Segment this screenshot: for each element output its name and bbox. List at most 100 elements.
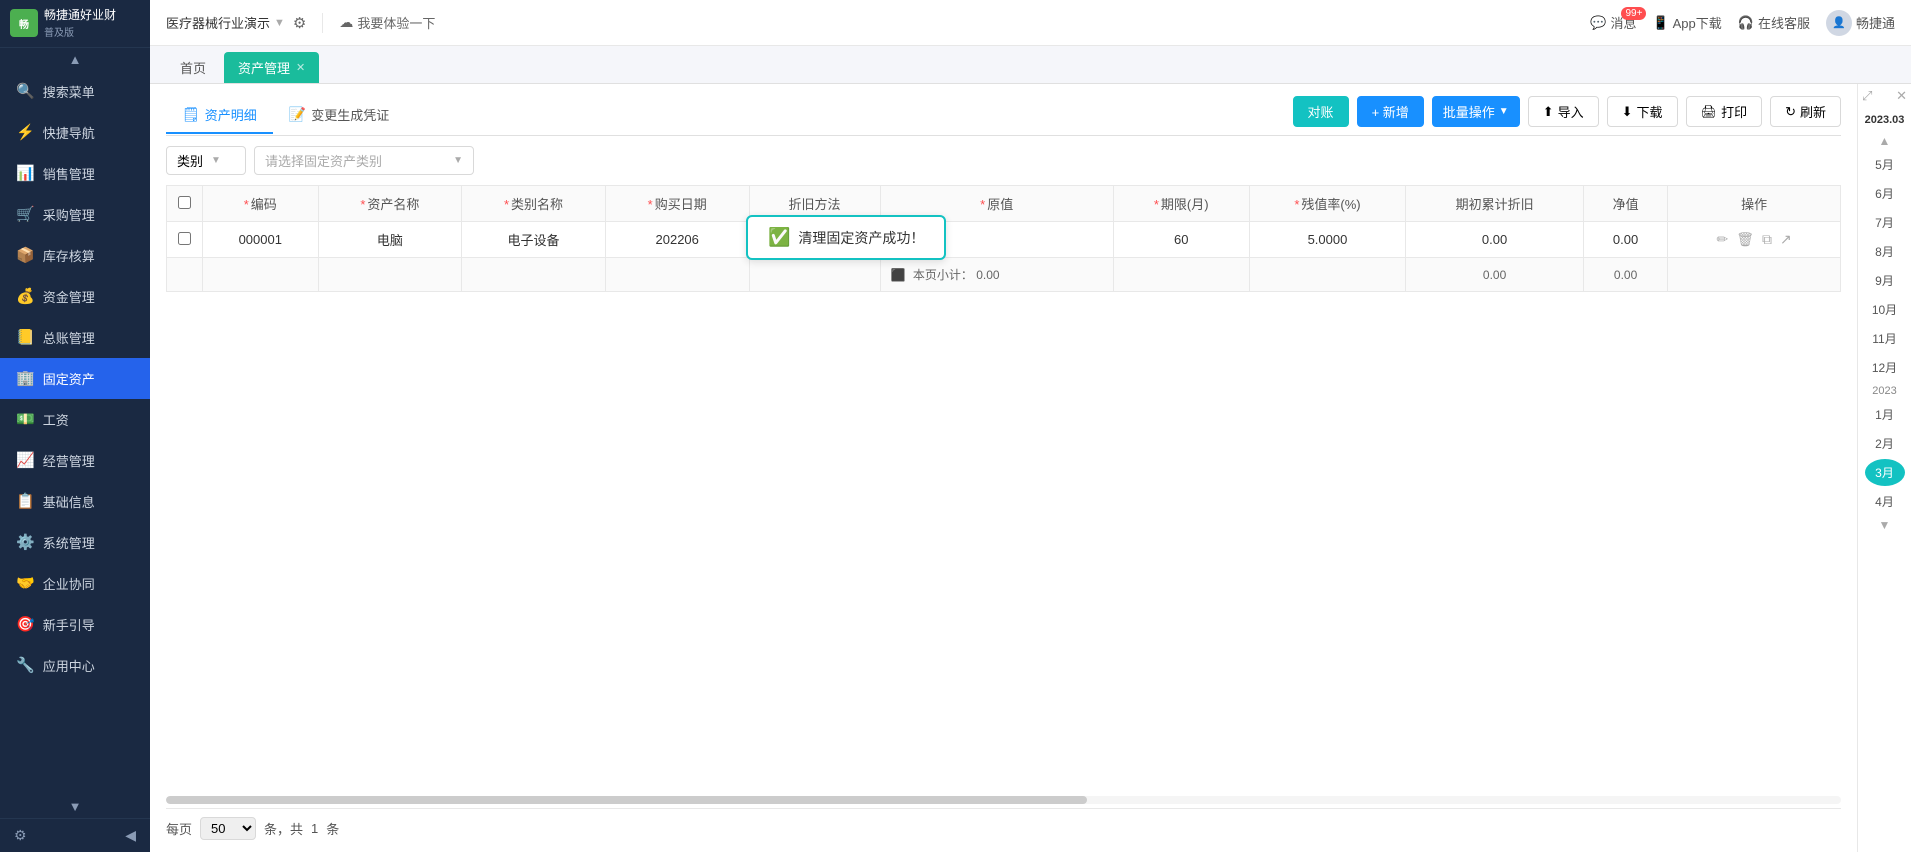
sidebar-scroll-up[interactable]: ▲	[0, 48, 150, 71]
app-center-icon: 🔧	[16, 656, 35, 674]
app-download-btn[interactable]: 📱 App下载	[1652, 13, 1721, 32]
sidebar-item-guide[interactable]: 🎯 新手引导	[0, 604, 150, 645]
sidebar-item-quick-nav[interactable]: ⚡ 快捷导航	[0, 112, 150, 153]
reconcile-button[interactable]: 对账	[1293, 96, 1349, 127]
subtotal-original-value: 0.00	[976, 268, 999, 282]
header-checkbox-cell	[167, 186, 203, 222]
sidebar-item-label: 工资	[43, 410, 69, 429]
quick-nav-icon: ⚡	[16, 123, 35, 141]
collapse-icon[interactable]: ◀	[125, 827, 136, 844]
delete-icon[interactable]: 🗑	[1736, 231, 1754, 248]
sidebar-item-operations[interactable]: 📈 经营管理	[0, 440, 150, 481]
cal-month-6[interactable]: 6月	[1865, 180, 1905, 207]
tab-home[interactable]: 首页	[166, 52, 220, 83]
cal-nav-down[interactable]: ▼	[1877, 516, 1893, 534]
right-panel-expand-btn[interactable]: ⤢	[1862, 88, 1872, 104]
header-residual-rate: *残值率(%)	[1249, 186, 1406, 222]
tab-asset-mgmt[interactable]: 资产管理 ✕	[224, 52, 319, 83]
row-checkbox-cell	[167, 222, 203, 258]
online-service-label: 在线客服	[1758, 13, 1810, 32]
sidebar-item-ledger[interactable]: 📒 总账管理	[0, 317, 150, 358]
sidebar-item-purchase[interactable]: 🛒 采购管理	[0, 194, 150, 235]
cal-month-12[interactable]: 12月	[1865, 354, 1905, 381]
sub-tab-asset-detail[interactable]: 🗒 资产明细	[166, 97, 273, 134]
edit-icon[interactable]: ✏	[1717, 231, 1729, 248]
purchase-icon: 🛒	[16, 205, 35, 223]
cell-purchase-date: 202206	[605, 222, 749, 258]
message-btn[interactable]: 💬 消息 99+	[1590, 13, 1636, 32]
sidebar-item-inventory[interactable]: 📦 库存核算	[0, 235, 150, 276]
online-service-btn[interactable]: 🎧 在线客服	[1738, 13, 1810, 32]
cal-month-5[interactable]: 5月	[1865, 151, 1905, 178]
cell-period: 60	[1113, 222, 1249, 258]
avatar: 👤	[1826, 10, 1852, 36]
sidebar-item-enterprise[interactable]: 🤝 企业协同	[0, 563, 150, 604]
category-placeholder: 请选择固定资产类别	[265, 151, 382, 170]
export-icon: ⬆	[1543, 104, 1554, 120]
sidebar-item-label: 快捷导航	[43, 123, 95, 142]
sidebar-item-fixed-assets[interactable]: 🏢 固定资产	[0, 358, 150, 399]
header-purchase-date: *购买日期	[605, 186, 749, 222]
cal-month-4[interactable]: 4月	[1865, 488, 1905, 515]
main-area: 医疗器械行业演示 ▼ ⚙ ☁ 我要体验一下 💬 消息 99+ 📱 App下载 🎧…	[150, 0, 1911, 852]
experience-btn[interactable]: ☁ 我要体验一下	[339, 13, 435, 32]
tab-close-icon[interactable]: ✕	[296, 61, 305, 74]
company-selector[interactable]: 医疗器械行业演示 ▼	[166, 13, 285, 32]
subtotal-net-value: 0.00	[1583, 258, 1667, 292]
category-filter-select[interactable]: 类别 ▼	[166, 146, 246, 175]
sidebar-item-sales[interactable]: 📊 销售管理	[0, 153, 150, 194]
header-code: *编码	[203, 186, 319, 222]
right-panel-close-btn[interactable]: ✕	[1896, 88, 1907, 104]
download-button[interactable]: ⬇ 下载	[1607, 96, 1678, 127]
bottom-scrollbar[interactable]	[166, 796, 1841, 804]
cal-month-1[interactable]: 1月	[1865, 401, 1905, 428]
export-button[interactable]: ⬆ 导入	[1528, 96, 1599, 127]
row-checkbox[interactable]	[178, 232, 191, 245]
sidebar-item-basic-info[interactable]: 📋 基础信息	[0, 481, 150, 522]
sidebar-item-salary[interactable]: 💵 工资	[0, 399, 150, 440]
app-name: 畅捷通好业财	[44, 8, 116, 24]
sidebar-item-label: 经营管理	[43, 451, 95, 470]
sidebar-item-label: 销售管理	[43, 164, 95, 183]
category-input-wrap[interactable]: 请选择固定资产类别 ▼	[254, 146, 474, 175]
print-button[interactable]: 🖨 打印	[1686, 96, 1763, 127]
more-icon[interactable]: ↗	[1780, 231, 1792, 248]
app-download-label: App下载	[1673, 13, 1722, 32]
cal-month-7[interactable]: 7月	[1865, 209, 1905, 236]
new-button[interactable]: + 新增	[1357, 96, 1424, 127]
cal-month-3[interactable]: 3月	[1865, 459, 1905, 486]
toast-box: ✅ 清理固定资产成功！	[746, 215, 946, 260]
tab-home-label: 首页	[180, 61, 206, 76]
select-all-checkbox[interactable]	[178, 196, 191, 209]
user-btn[interactable]: 👤 畅捷通	[1826, 10, 1895, 36]
sidebar-nav: 🔍 搜索菜单 ⚡ 快捷导航 📊 销售管理 🛒 采购管理 📦 库存核算 💰 资金管…	[0, 71, 150, 795]
header-category: *类别名称	[462, 186, 606, 222]
sub-tab-change-voucher[interactable]: 📝 变更生成凭证	[273, 97, 405, 134]
cal-month-9[interactable]: 9月	[1865, 267, 1905, 294]
sidebar-item-label: 基础信息	[43, 492, 95, 511]
cal-month-8[interactable]: 8月	[1865, 238, 1905, 265]
table-row: 000001 电脑 电子设备 202206 年限平均 60 5.0000 0.0…	[167, 222, 1841, 258]
settings-icon[interactable]: ⚙	[14, 827, 27, 844]
page-size-select[interactable]: 50 100 200	[200, 817, 256, 840]
sidebar-item-label: 应用中心	[43, 656, 95, 675]
sidebar-item-search-menu[interactable]: 🔍 搜索菜单	[0, 71, 150, 112]
settings-gear-icon[interactable]: ⚙	[293, 14, 306, 32]
experience-icon: ☁	[339, 14, 353, 31]
sidebar-item-app-center[interactable]: 🔧 应用中心	[0, 645, 150, 686]
sidebar-item-system[interactable]: ⚙️ 系统管理	[0, 522, 150, 563]
batch-button[interactable]: 批量操作 ▼	[1432, 96, 1520, 127]
search-menu-icon: 🔍	[16, 82, 35, 100]
cal-nav-up[interactable]: ▲	[1877, 132, 1893, 150]
copy-icon[interactable]: ⧉	[1762, 231, 1772, 248]
subtotal-label: 本页小计：	[913, 268, 973, 282]
cal-month-11[interactable]: 11月	[1865, 325, 1905, 352]
company-dropdown-icon: ▼	[274, 17, 285, 29]
sidebar-item-finance[interactable]: 💰 资金管理	[0, 276, 150, 317]
fixed-assets-icon: 🏢	[16, 369, 35, 387]
sidebar-scroll-down[interactable]: ▼	[0, 795, 150, 818]
refresh-button[interactable]: ↻ 刷新	[1770, 96, 1841, 127]
sub-tab-asset-detail-label: 资产明细	[205, 105, 257, 124]
cal-month-2[interactable]: 2月	[1865, 430, 1905, 457]
cal-month-10[interactable]: 10月	[1865, 296, 1905, 323]
